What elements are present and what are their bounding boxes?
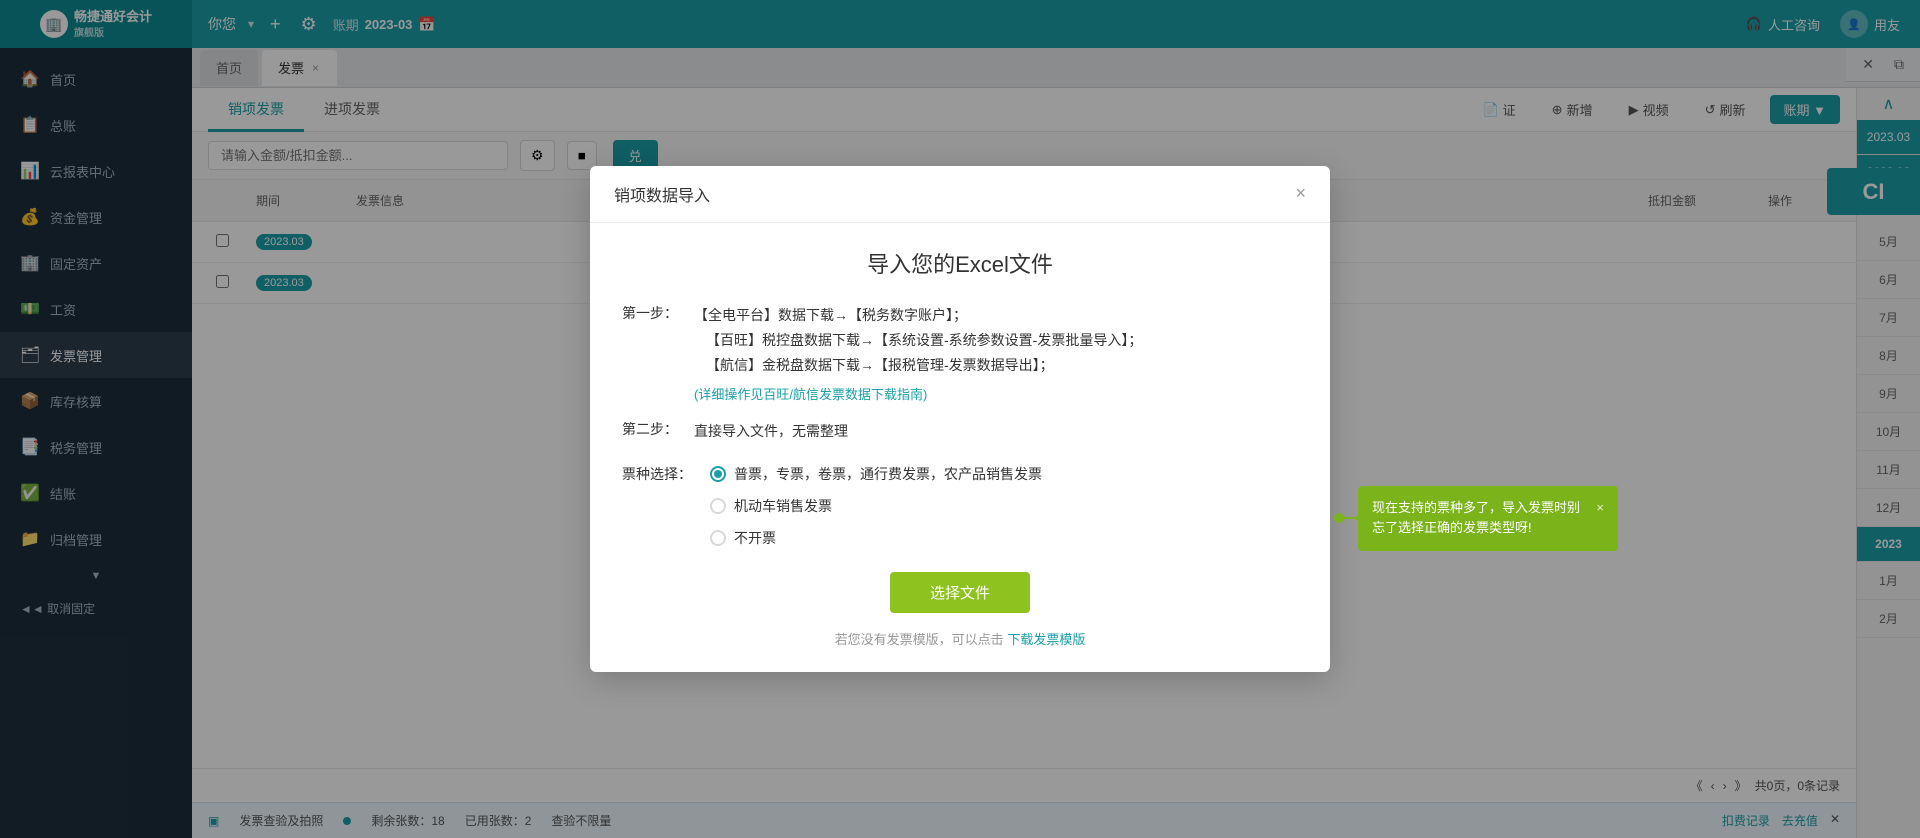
step2-label: 第二步： [622, 419, 678, 444]
radio-item-none[interactable]: 不开票 [710, 528, 1042, 548]
step1-line2: 【百旺】税控盘数据下载→【系统设置-系统参数设置-发票批量导入】； [706, 328, 1142, 353]
radio-none-dot [710, 530, 726, 546]
tooltip-text: 现在支持的票种多了，导入发票时别忘了选择正确的发票类型呀! [1372, 500, 1580, 536]
radio-item-vehicle[interactable]: 机动车销售发票 [710, 496, 1042, 516]
modal-overlay: 销项数据导入 × 导入您的Excel文件 第一步： 【全电平台】数据下载→【税务… [0, 0, 1920, 838]
step1-line1: 【全电平台】数据下载→【税务数字账户】； [694, 303, 1142, 328]
modal-title: 销项数据导入 [614, 182, 710, 206]
import-modal: 销项数据导入 × 导入您的Excel文件 第一步： 【全电平台】数据下载→【税务… [590, 166, 1330, 673]
tooltip-line [1338, 517, 1358, 519]
radio-general-label: 普票，专票，卷票，通行费发票，农产品销售发票 [734, 464, 1042, 484]
ticket-label: 票种选择： [622, 464, 694, 548]
modal-body: 导入您的Excel文件 第一步： 【全电平台】数据下载→【税务数字账户】； 【百… [590, 223, 1330, 673]
download-hint: 若您没有发票模版，可以点击 下载发票模版 [622, 629, 1298, 648]
ticket-type-row: 票种选择： 普票，专票，卷票，通行费发票，农产品销售发票 机动车销售发票 不开票 [622, 464, 1298, 548]
step1-label: 第一步： [622, 303, 678, 408]
tooltip-bubble: × 现在支持的票种多了，导入发票时别忘了选择正确的发票类型呀! [1358, 486, 1618, 552]
modal-header: 销项数据导入 × [590, 166, 1330, 223]
radio-none-label: 不开票 [734, 528, 776, 548]
select-file-button[interactable]: 选择文件 [890, 572, 1030, 613]
download-hint-text: 若您没有发票模版，可以点击 [835, 632, 1004, 647]
step2-content: 直接导入文件，无需整理 [694, 419, 848, 444]
step1-row: 第一步： 【全电平台】数据下载→【税务数字账户】； 【百旺】税控盘数据下载→【系… [622, 303, 1298, 408]
radio-general-dot [710, 466, 726, 482]
radio-vehicle-dot [710, 498, 726, 514]
step1-content: 【全电平台】数据下载→【税务数字账户】； 【百旺】税控盘数据下载→【系统设置-系… [694, 303, 1142, 408]
step1-guide-link[interactable]: (详细操作见百旺/航信发票数据下载指南) [694, 387, 927, 402]
tooltip-close-button[interactable]: × [1596, 498, 1604, 519]
step1-line3: 【航信】金税盘数据下载→【报税管理-发票数据导出】； [706, 353, 1142, 378]
step2-row: 第二步： 直接导入文件，无需整理 [622, 419, 1298, 444]
download-template-link[interactable]: 下载发票模版 [1007, 632, 1085, 647]
radio-item-general[interactable]: 普票，专票，卷票，通行费发票，农产品销售发票 [710, 464, 1042, 484]
radio-group: 普票，专票，卷票，通行费发票，农产品销售发票 机动车销售发票 不开票 [710, 464, 1042, 548]
modal-close-button[interactable]: × [1295, 183, 1306, 204]
radio-vehicle-label: 机动车销售发票 [734, 496, 832, 516]
modal-main-title: 导入您的Excel文件 [622, 247, 1298, 279]
